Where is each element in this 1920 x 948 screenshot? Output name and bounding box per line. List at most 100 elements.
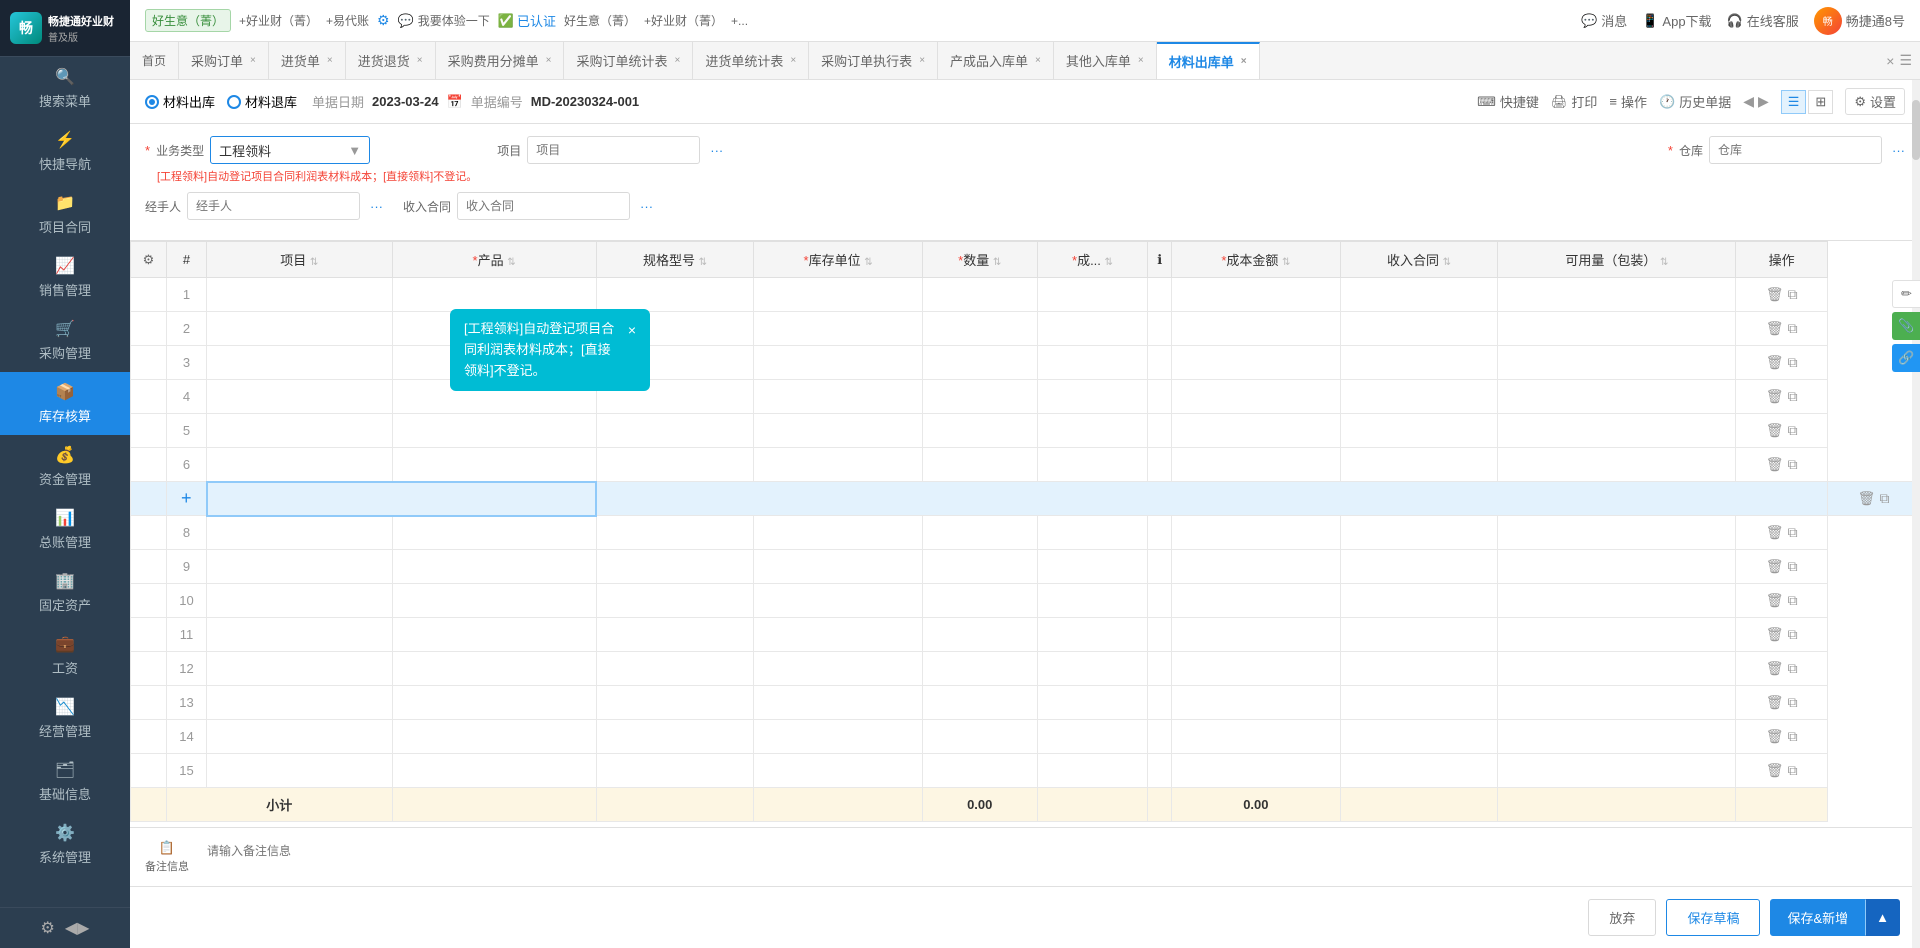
row-qty-10[interactable] xyxy=(922,584,1037,618)
row-product-1[interactable] xyxy=(392,278,596,312)
sidebar-item-ops[interactable]: 📉 经营管理 xyxy=(0,687,130,750)
row-spec-6[interactable] xyxy=(596,448,754,482)
radio-material-out[interactable]: 材料出库 xyxy=(145,92,215,111)
row-income-contract-8[interactable] xyxy=(1340,516,1498,550)
row-qty-8[interactable] xyxy=(922,516,1037,550)
row-income-contract-4[interactable] xyxy=(1340,380,1498,414)
row-item-10[interactable] xyxy=(207,584,393,618)
row-available-6[interactable] xyxy=(1498,448,1736,482)
row-income-contract-10[interactable] xyxy=(1340,584,1498,618)
row-spec-11[interactable] xyxy=(596,618,754,652)
row-qty-13[interactable] xyxy=(922,686,1037,720)
row-available-4[interactable] xyxy=(1498,380,1736,414)
th-available[interactable]: 可用量（包装） ⇅ xyxy=(1498,242,1736,278)
notes-input[interactable] xyxy=(199,840,1905,862)
tab-close-product-in[interactable]: × xyxy=(1035,55,1041,66)
sidebar-item-accounting[interactable]: 📊 总账管理 xyxy=(0,498,130,561)
tab-goods-return[interactable]: 进货退货 × xyxy=(346,42,436,80)
row-spec-15[interactable] xyxy=(596,754,754,788)
right-panel-edit-btn[interactable]: ✏ xyxy=(1892,280,1920,308)
calendar-icon[interactable]: 📅 xyxy=(447,94,463,110)
list-view-btn[interactable]: ☰ xyxy=(1781,90,1807,114)
row-income-contract-14[interactable] xyxy=(1340,720,1498,754)
copy-row-12-btn[interactable]: ⧉ xyxy=(1788,660,1798,677)
tab-other-in[interactable]: 其他入库单 × xyxy=(1054,42,1157,80)
row-product-9[interactable] xyxy=(392,550,596,584)
delete-row-10-btn[interactable]: 🗑 xyxy=(1766,592,1784,609)
row-available-5[interactable] xyxy=(1498,414,1736,448)
message-btn[interactable]: 💬 消息 xyxy=(1581,11,1627,30)
delete-row-1-btn[interactable]: 🗑 xyxy=(1766,286,1784,303)
row-cost-price-5[interactable] xyxy=(1037,414,1148,448)
delete-row-13-btn[interactable]: 🗑 xyxy=(1766,694,1784,711)
row-available-10[interactable] xyxy=(1498,584,1736,618)
tab-purchase-order[interactable]: 采购订单 × xyxy=(179,42,269,80)
tab-close-goods-in[interactable]: × xyxy=(327,55,333,66)
tab-close-purchase-exec[interactable]: × xyxy=(919,55,925,66)
delete-row-12-btn[interactable]: 🗑 xyxy=(1766,660,1784,677)
delete-row-2-btn[interactable]: 🗑 xyxy=(1766,320,1784,337)
row-available-14[interactable] xyxy=(1498,720,1736,754)
row-qty-12[interactable] xyxy=(922,652,1037,686)
shortcut-key-btn[interactable]: ⌨ 快捷键 xyxy=(1477,92,1539,111)
tab-purchase-stat[interactable]: 采购订单统计表 × xyxy=(564,42,693,80)
delete-row-15-btn[interactable]: 🗑 xyxy=(1766,762,1784,779)
th-income-contract[interactable]: 收入合同 ⇅ xyxy=(1340,242,1498,278)
row-unit-14[interactable] xyxy=(754,720,922,754)
row-item-2[interactable] xyxy=(207,312,393,346)
row-spec-9[interactable] xyxy=(596,550,754,584)
row-available-2[interactable] xyxy=(1498,312,1736,346)
row-product-8[interactable] xyxy=(392,516,596,550)
delete-row-4-btn[interactable]: 🗑 xyxy=(1766,388,1784,405)
row-qty-14[interactable] xyxy=(922,720,1037,754)
row-cost-price-12[interactable] xyxy=(1037,652,1148,686)
delete-row-11-btn[interactable]: 🗑 xyxy=(1766,626,1784,643)
topbar-more-3[interactable]: +... xyxy=(731,14,748,28)
row-cost-amount-11[interactable] xyxy=(1172,618,1340,652)
history-btn[interactable]: 🕐 历史单据 xyxy=(1659,92,1731,111)
save-draft-btn[interactable]: 保存草稿 xyxy=(1666,899,1760,936)
row-product-12[interactable] xyxy=(392,652,596,686)
sidebar-item-shortcut[interactable]: ⚡ 快捷导航 xyxy=(0,120,130,183)
row-available-8[interactable] xyxy=(1498,516,1736,550)
tab-menu-btn[interactable]: ☰ xyxy=(1899,52,1912,69)
row-income-contract-13[interactable] xyxy=(1340,686,1498,720)
row-qty-5[interactable] xyxy=(922,414,1037,448)
print-btn[interactable]: 🖨 打印 xyxy=(1551,92,1598,111)
row-unit-1[interactable] xyxy=(754,278,922,312)
row-available-13[interactable] xyxy=(1498,686,1736,720)
link-agent[interactable]: +易代账 xyxy=(326,12,369,29)
delete-row-9-btn[interactable]: 🗑 xyxy=(1766,558,1784,575)
row-cost-amount-8[interactable] xyxy=(1172,516,1340,550)
row-qty-15[interactable] xyxy=(922,754,1037,788)
sidebar-item-purchase[interactable]: 🛒 采购管理 xyxy=(0,309,130,372)
radio-material-return[interactable]: 材料退库 xyxy=(227,92,297,111)
right-panel-attach-btn[interactable]: 📎 xyxy=(1892,312,1920,340)
row-item-5[interactable] xyxy=(207,414,393,448)
copy-row-2-btn[interactable]: ⧉ xyxy=(1788,320,1798,337)
row-item-4[interactable] xyxy=(207,380,393,414)
sidebar-item-search[interactable]: 🔍 搜索菜单 xyxy=(0,57,130,120)
row-income-contract-3[interactable] xyxy=(1340,346,1498,380)
row-available-3[interactable] xyxy=(1498,346,1736,380)
row-item-6[interactable] xyxy=(207,448,393,482)
tab-home[interactable]: 首页 xyxy=(130,42,179,80)
copy-row-7-btn[interactable]: ⧉ xyxy=(1879,490,1889,507)
sidebar-item-finance[interactable]: 💰 资金管理 xyxy=(0,435,130,498)
row-qty-9[interactable] xyxy=(922,550,1037,584)
project-more-btn[interactable]: ··· xyxy=(710,143,723,158)
row-cost-price-15[interactable] xyxy=(1037,754,1148,788)
handler-more-btn[interactable]: ··· xyxy=(370,199,383,214)
project-input[interactable] xyxy=(527,136,700,164)
warehouse-more-btn[interactable]: ··· xyxy=(1892,143,1905,158)
row-income-contract-11[interactable] xyxy=(1340,618,1498,652)
th-quantity[interactable]: *数量 ⇅ xyxy=(922,242,1037,278)
row-available-1[interactable] xyxy=(1498,278,1736,312)
row-income-contract-12[interactable] xyxy=(1340,652,1498,686)
online-service-btn[interactable]: 🎧 在线客服 xyxy=(1727,11,1799,30)
copy-row-15-btn[interactable]: ⧉ xyxy=(1788,762,1798,779)
sidebar-item-sales[interactable]: 📈 销售管理 xyxy=(0,246,130,309)
row-available-11[interactable] xyxy=(1498,618,1736,652)
row-item-1[interactable] xyxy=(207,278,393,312)
row-cost-price-9[interactable] xyxy=(1037,550,1148,584)
